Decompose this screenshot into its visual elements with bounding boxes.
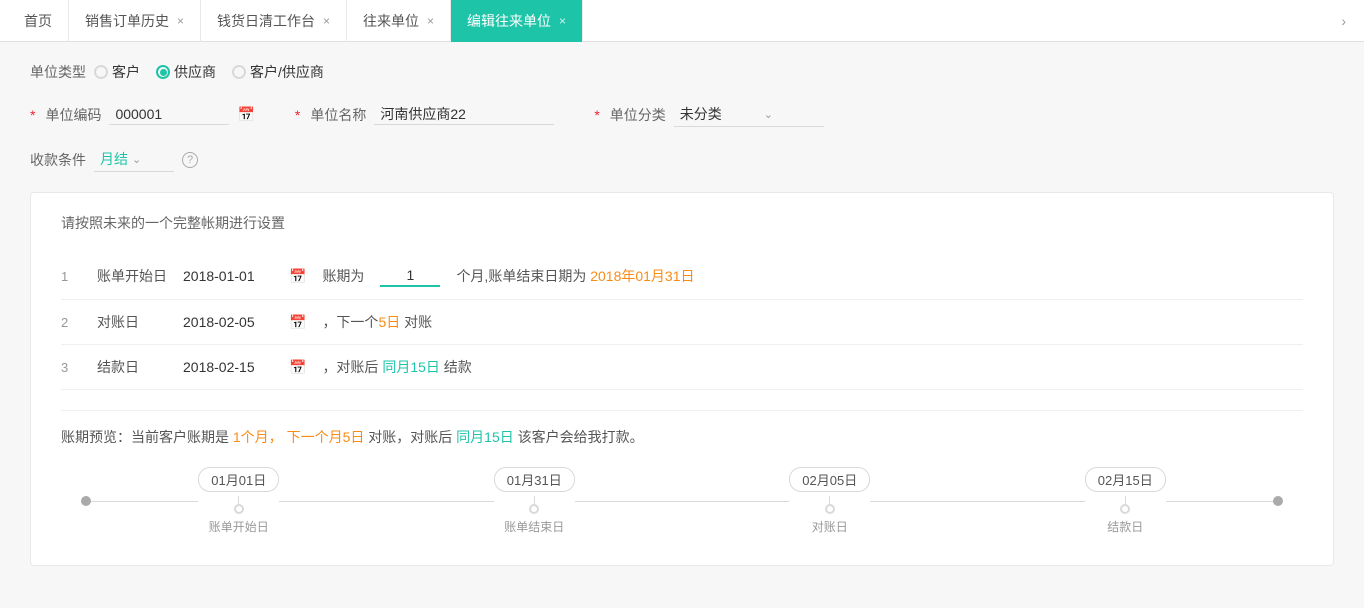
unit-type-radio-group: 客户 供应商 客户/供应商 [94,62,324,82]
help-icon[interactable]: ? [182,152,198,168]
tab-sales-history[interactable]: 销售订单历史 × [69,0,201,42]
payment-chevron-icon: ⌄ [132,153,141,166]
timeline-dot-0101 [234,504,244,514]
timeline-dot-0205 [825,504,835,514]
timeline-label-0215: 02月15日 [1085,467,1166,492]
row-num-1: 1 [61,269,81,284]
unit-name-input[interactable] [374,104,554,125]
unit-class-group: * 单位分类 未分类 ⌄ [594,102,823,127]
highlight-end-date: 2018年01月31日 [590,268,694,284]
row-3-desc: ，对账后 同月15日 结款 [322,357,471,377]
close-sales-history[interactable]: × [177,14,184,28]
row-date-2: 2018-02-05 [183,314,273,330]
tl-line-4 [870,501,1085,502]
close-cash-work[interactable]: × [323,14,330,28]
setting-row-3: 3 结款日 2018-02-15 📅 ，对账后 同月15日 结款 [61,345,1303,390]
radio-supplier[interactable]: 供应商 [156,62,216,82]
row-date-1: 2018-01-01 [183,268,273,284]
row-num-2: 2 [61,315,81,330]
unit-code-group: * 单位编码 📅 [30,104,255,125]
timeline-end-dot [1273,496,1283,506]
tl-line-2 [279,501,494,502]
row-3-calendar-icon[interactable]: 📅 [289,359,306,376]
unit-name-label: 单位名称 [310,105,366,125]
main-content: 单位类型 客户 供应商 客户/供应商 * 单位编码 [0,42,1364,608]
setting-row-1: 1 账单开始日 2018-01-01 📅 账期为 个月,账单结束日期为 2018… [61,253,1303,300]
timeline-start [81,496,91,506]
preview-section: 账期预览：当前客户账期是 1个月， 下一个月5日 对账，对账后 同月15日 该客… [61,410,1303,447]
unit-class-label: 单位分类 [610,105,666,125]
tab-more-btn[interactable]: › [1331,13,1356,29]
timeline-dot-0131 [529,504,539,514]
preview-payment: 同月15日 [456,429,514,445]
tl-line-1 [91,501,198,502]
row-1-calendar-icon[interactable]: 📅 [289,268,306,285]
timeline-section: 01月01日 账单开始日 01月31日 账单结束日 [61,457,1303,545]
timeline-sublabel-0215: 结款日 [1107,518,1143,535]
payment-cond-label: 收款条件 [30,150,86,170]
radio-circle-customer [94,65,108,79]
tab-bar: 首页 销售订单历史 × 钱货日清工作台 × 往来单位 × 编辑往来单位 × › [0,0,1364,42]
row-label-3: 结款日 [97,357,167,377]
month-input[interactable] [380,265,440,287]
radio-circle-both [232,65,246,79]
timeline-sublabel-0101: 账单开始日 [209,518,269,535]
preview-text: 账期预览：当前客户账期是 1个月， 下一个月5日 对账，对账后 同月15日 该客… [61,429,644,445]
timeline-sublabel-0131: 账单结束日 [504,518,564,535]
close-edit-partner[interactable]: × [559,14,566,28]
timeline-node-2: 01月31日 账单结束日 [494,467,575,535]
close-partner[interactable]: × [427,14,434,28]
row-date-3: 2018-02-15 [183,359,273,375]
settings-panel: 请按照未来的一个完整帐期进行设置 1 账单开始日 2018-01-01 📅 账期… [30,192,1334,566]
tab-partner[interactable]: 往来单位 × [347,0,451,42]
timeline-start-dot [81,496,91,506]
unit-class-select[interactable]: 未分类 ⌄ [674,102,824,127]
unit-code-label: 单位编码 [45,105,101,125]
payment-row: 收款条件 月结 ⌄ ? [30,147,1334,172]
unit-type-row: 单位类型 客户 供应商 客户/供应商 [30,62,1334,82]
unit-info-row: * 单位编码 📅 * 单位名称 * 单位分类 未分类 ⌄ [30,102,1334,127]
row-2-calendar-icon[interactable]: 📅 [289,314,306,331]
timeline-node-1: 01月01日 账单开始日 [198,467,279,535]
timeline-node-4: 02月15日 结款日 [1085,467,1166,535]
radio-circle-supplier [156,65,170,79]
tl-line-5 [1166,501,1273,502]
preview-period: 1个月， [233,429,283,445]
highlight-day-5: 5日 [378,314,400,330]
highlight-month-15: 同月15日 [382,359,440,375]
row-label-1: 账单开始日 [97,266,167,286]
timeline-label-0101: 01月01日 [198,467,279,492]
tab-cash-work[interactable]: 钱货日清工作台 × [201,0,347,42]
unit-code-input[interactable] [109,104,229,125]
radio-customer[interactable]: 客户 [94,62,140,82]
timeline-dot-0215 [1120,504,1130,514]
timeline-label-0205: 02月05日 [789,467,870,492]
tab-home[interactable]: 首页 [8,0,69,42]
unit-class-value: 未分类 [680,104,760,124]
tl-line-3 [575,501,790,502]
payment-cond-group: 收款条件 月结 ⌄ ? [30,147,198,172]
payment-cond-select[interactable]: 月结 ⌄ [94,147,174,172]
tab-edit-partner[interactable]: 编辑往来单位 × [451,0,583,42]
radio-both[interactable]: 客户/供应商 [232,62,324,82]
timeline-row: 01月01日 账单开始日 01月31日 账单结束日 [81,467,1283,535]
payment-cond-value: 月结 [100,149,128,169]
row-2-desc: ，下一个5日 对账 [322,312,432,332]
timeline-label-0131: 01月31日 [494,467,575,492]
unit-type-label: 单位类型 [30,62,86,82]
row-num-3: 3 [61,360,81,375]
timeline-node-3: 02月05日 对账日 [789,467,870,535]
unit-type-group: 单位类型 客户 供应商 客户/供应商 [30,62,324,82]
row-label-2: 对账日 [97,312,167,332]
setting-row-2: 2 对账日 2018-02-05 📅 ，下一个5日 对账 [61,300,1303,345]
chevron-down-icon: ⌄ [764,108,773,121]
panel-hint: 请按照未来的一个完整帐期进行设置 [61,213,1303,233]
unit-name-group: * 单位名称 [295,104,554,125]
timeline-sublabel-0205: 对账日 [812,518,848,535]
preview-reconcile: 下一个月5日 [287,429,365,445]
row-1-desc-suffix: 个月,账单结束日期为 2018年01月31日 [456,266,694,286]
unit-code-calendar-icon[interactable]: 📅 [237,106,254,123]
row-1-desc-prefix: 账期为 [322,266,364,286]
